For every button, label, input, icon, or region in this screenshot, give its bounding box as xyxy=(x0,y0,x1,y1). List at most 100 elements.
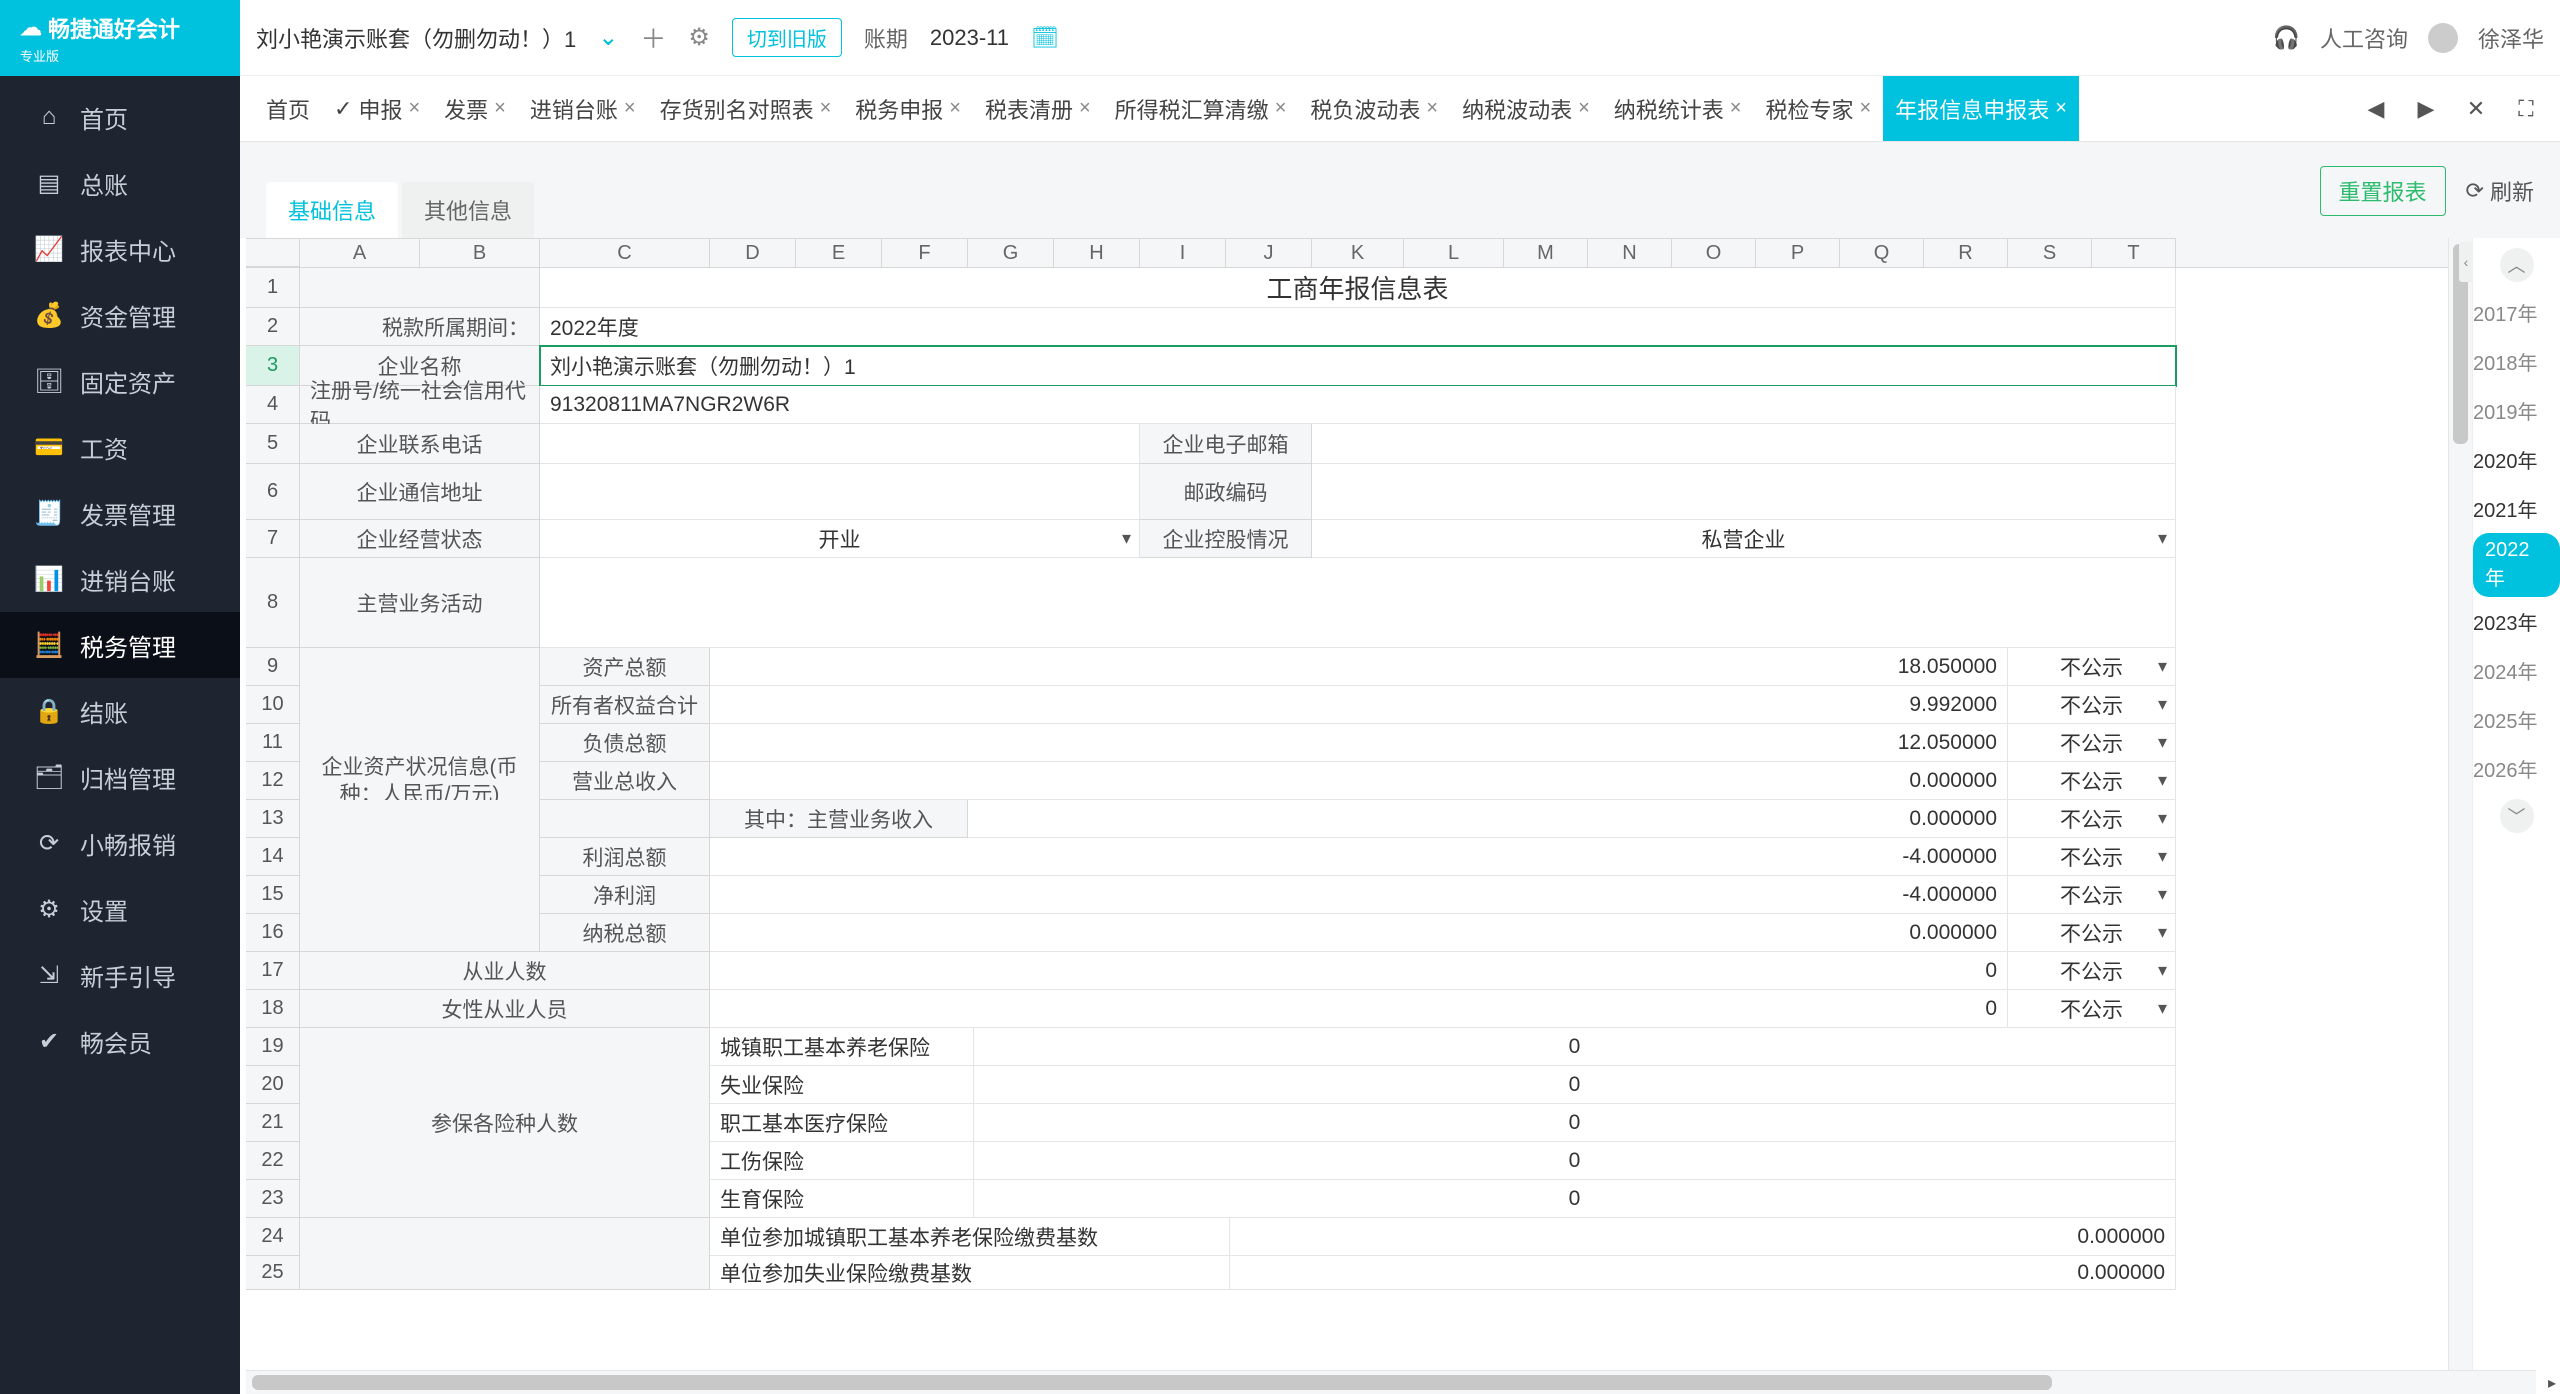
cell[interactable]: 税款所属期间： xyxy=(300,308,540,346)
cell[interactable]: 生育保险 xyxy=(710,1180,974,1218)
cell[interactable]: 不公示 xyxy=(2008,990,2176,1028)
horizontal-scrollbar[interactable]: ▸ xyxy=(246,1370,2536,1394)
row-header[interactable]: 22 xyxy=(246,1142,300,1180)
cell[interactable]: 邮政编码 xyxy=(1140,464,1312,520)
cell[interactable]: 单位参加失业保险缴费基数 xyxy=(710,1256,1230,1290)
cell[interactable]: 负债总额 xyxy=(540,724,710,762)
nav-资金管理[interactable]: 💰资金管理 xyxy=(0,282,240,348)
cell[interactable]: 营业总收入 xyxy=(540,762,710,800)
row-header[interactable]: 8 xyxy=(246,558,300,648)
cell[interactable] xyxy=(300,876,540,914)
user-name[interactable]: 徐泽华 xyxy=(2478,22,2544,54)
row-header[interactable]: 3 xyxy=(246,346,300,386)
row-header[interactable]: 15 xyxy=(246,876,300,914)
cell[interactable]: 0 xyxy=(974,1028,2176,1066)
subtab-basic[interactable]: 基础信息 xyxy=(266,182,398,238)
tab-申报[interactable]: ✓申报× xyxy=(322,76,432,141)
row-header[interactable]: 16 xyxy=(246,914,300,952)
cell[interactable]: 不公示 xyxy=(2008,876,2176,914)
cell[interactable]: 不公示 xyxy=(2008,762,2176,800)
tab-所得税汇算清缴[interactable]: 所得税汇算清缴× xyxy=(1103,76,1299,141)
cell[interactable]: 不公示 xyxy=(2008,724,2176,762)
cell[interactable]: 0 xyxy=(974,1066,2176,1104)
cell[interactable]: 职工基本医疗保险 xyxy=(710,1104,974,1142)
tab-存货别名对照表[interactable]: 存货别名对照表× xyxy=(648,76,844,141)
nav-报表中心[interactable]: 📈报表中心 xyxy=(0,216,240,282)
cell[interactable]: 从业人数 xyxy=(300,952,710,990)
row-header[interactable]: 9 xyxy=(246,648,300,686)
close-icon[interactable]: × xyxy=(1730,97,1742,120)
cell[interactable]: 企业通信地址 xyxy=(300,464,540,520)
account-name[interactable]: 刘小艳演示账套（勿删勿动！）1 xyxy=(256,22,576,54)
nav-结账[interactable]: 🔒结账 xyxy=(0,678,240,744)
year-down-button[interactable]: ﹀ xyxy=(2500,799,2534,833)
company-name-cell[interactable]: 刘小艳演示账套（勿删勿动！）1 xyxy=(540,346,2176,386)
close-icon[interactable]: × xyxy=(1426,97,1438,120)
row-header[interactable]: 20 xyxy=(246,1066,300,1104)
close-icon[interactable]: × xyxy=(1860,97,1872,120)
row-header[interactable]: 7 xyxy=(246,520,300,558)
nav-畅会员[interactable]: ✔畅会员 xyxy=(0,1008,240,1074)
year-panel-collapse[interactable]: ‹ xyxy=(2459,242,2473,282)
close-icon[interactable]: × xyxy=(949,97,961,120)
cell[interactable]: 9.992000 xyxy=(710,686,2008,724)
close-icon[interactable]: × xyxy=(1275,97,1287,120)
row-header[interactable]: 4 xyxy=(246,386,300,424)
row-header[interactable]: 13 xyxy=(246,800,300,838)
year-2022年[interactable]: 2022年 xyxy=(2473,533,2560,597)
row-header[interactable]: 18 xyxy=(246,990,300,1028)
old-version-button[interactable]: 切到旧版 xyxy=(732,18,842,57)
year-up-button[interactable]: ︿ xyxy=(2500,248,2534,282)
cell[interactable]: 不公示 xyxy=(2008,838,2176,876)
year-2023年[interactable]: 2023年 xyxy=(2473,597,2560,646)
cell[interactable]: 私营企业 xyxy=(1312,520,2176,558)
reset-report-button[interactable]: 重置报表 xyxy=(2320,166,2446,216)
year-2024年[interactable]: 2024年 xyxy=(2473,646,2560,695)
cell[interactable]: 0 xyxy=(710,990,2008,1028)
nav-发票管理[interactable]: 🧾发票管理 xyxy=(0,480,240,546)
cell[interactable]: 城镇职工基本养老保险 xyxy=(710,1028,974,1066)
row-header[interactable]: 19 xyxy=(246,1028,300,1066)
close-icon[interactable]: × xyxy=(2055,97,2067,120)
year-2019年[interactable]: 2019年 xyxy=(2473,386,2560,435)
close-icon[interactable]: × xyxy=(1578,97,1590,120)
cell[interactable] xyxy=(540,464,1140,520)
cell[interactable]: 0 xyxy=(710,952,2008,990)
row-header[interactable]: 5 xyxy=(246,424,300,464)
avatar[interactable] xyxy=(2428,23,2458,53)
tab-close-all-button[interactable]: ✕ xyxy=(2456,89,2496,129)
tab-fullscreen-button[interactable]: ⛶ xyxy=(2506,89,2546,129)
cell[interactable]: 主营业务活动 xyxy=(300,558,540,648)
close-icon[interactable]: × xyxy=(408,97,420,120)
cell[interactable]: 纳税总额 xyxy=(540,914,710,952)
cell[interactable] xyxy=(300,1028,710,1066)
row-header[interactable]: 6 xyxy=(246,464,300,520)
cell[interactable]: 开业 xyxy=(540,520,1140,558)
cell[interactable]: 其中：主营业务收入 xyxy=(710,800,968,838)
nav-归档管理[interactable]: 🗂归档管理 xyxy=(0,744,240,810)
refresh-button[interactable]: ⟳刷新 xyxy=(2466,175,2534,207)
nav-进销台账[interactable]: 📊进销台账 xyxy=(0,546,240,612)
row-header[interactable]: 11 xyxy=(246,724,300,762)
row-header[interactable]: 2 xyxy=(246,308,300,346)
tab-税表清册[interactable]: 税表清册× xyxy=(973,76,1103,141)
cell[interactable]: 0.000000 xyxy=(968,800,2008,838)
cell[interactable]: 资产总额 xyxy=(540,648,710,686)
nav-工资[interactable]: 💳工资 xyxy=(0,414,240,480)
cell[interactable]: 工商年报信息表 xyxy=(540,268,2176,308)
cell[interactable]: 18.050000 xyxy=(710,648,2008,686)
tab-next-button[interactable]: ▶ xyxy=(2406,89,2446,129)
cell[interactable]: 不公示 xyxy=(2008,914,2176,952)
nav-总账[interactable]: ▤总账 xyxy=(0,150,240,216)
tab-首页[interactable]: 首页 xyxy=(254,76,322,141)
nav-小畅报销[interactable]: ⟳小畅报销 xyxy=(0,810,240,876)
cell[interactable] xyxy=(1312,424,2176,464)
cell[interactable]: 失业保险 xyxy=(710,1066,974,1104)
cell[interactable] xyxy=(300,1180,710,1218)
row-header[interactable]: 1 xyxy=(246,268,300,308)
nav-设置[interactable]: ⚙设置 xyxy=(0,876,240,942)
year-2026年[interactable]: 2026年 xyxy=(2473,744,2560,793)
cell[interactable]: 91320811MA7NGR2W6R xyxy=(540,386,2176,424)
cell[interactable] xyxy=(300,1256,710,1290)
cell[interactable]: 不公示 xyxy=(2008,800,2176,838)
